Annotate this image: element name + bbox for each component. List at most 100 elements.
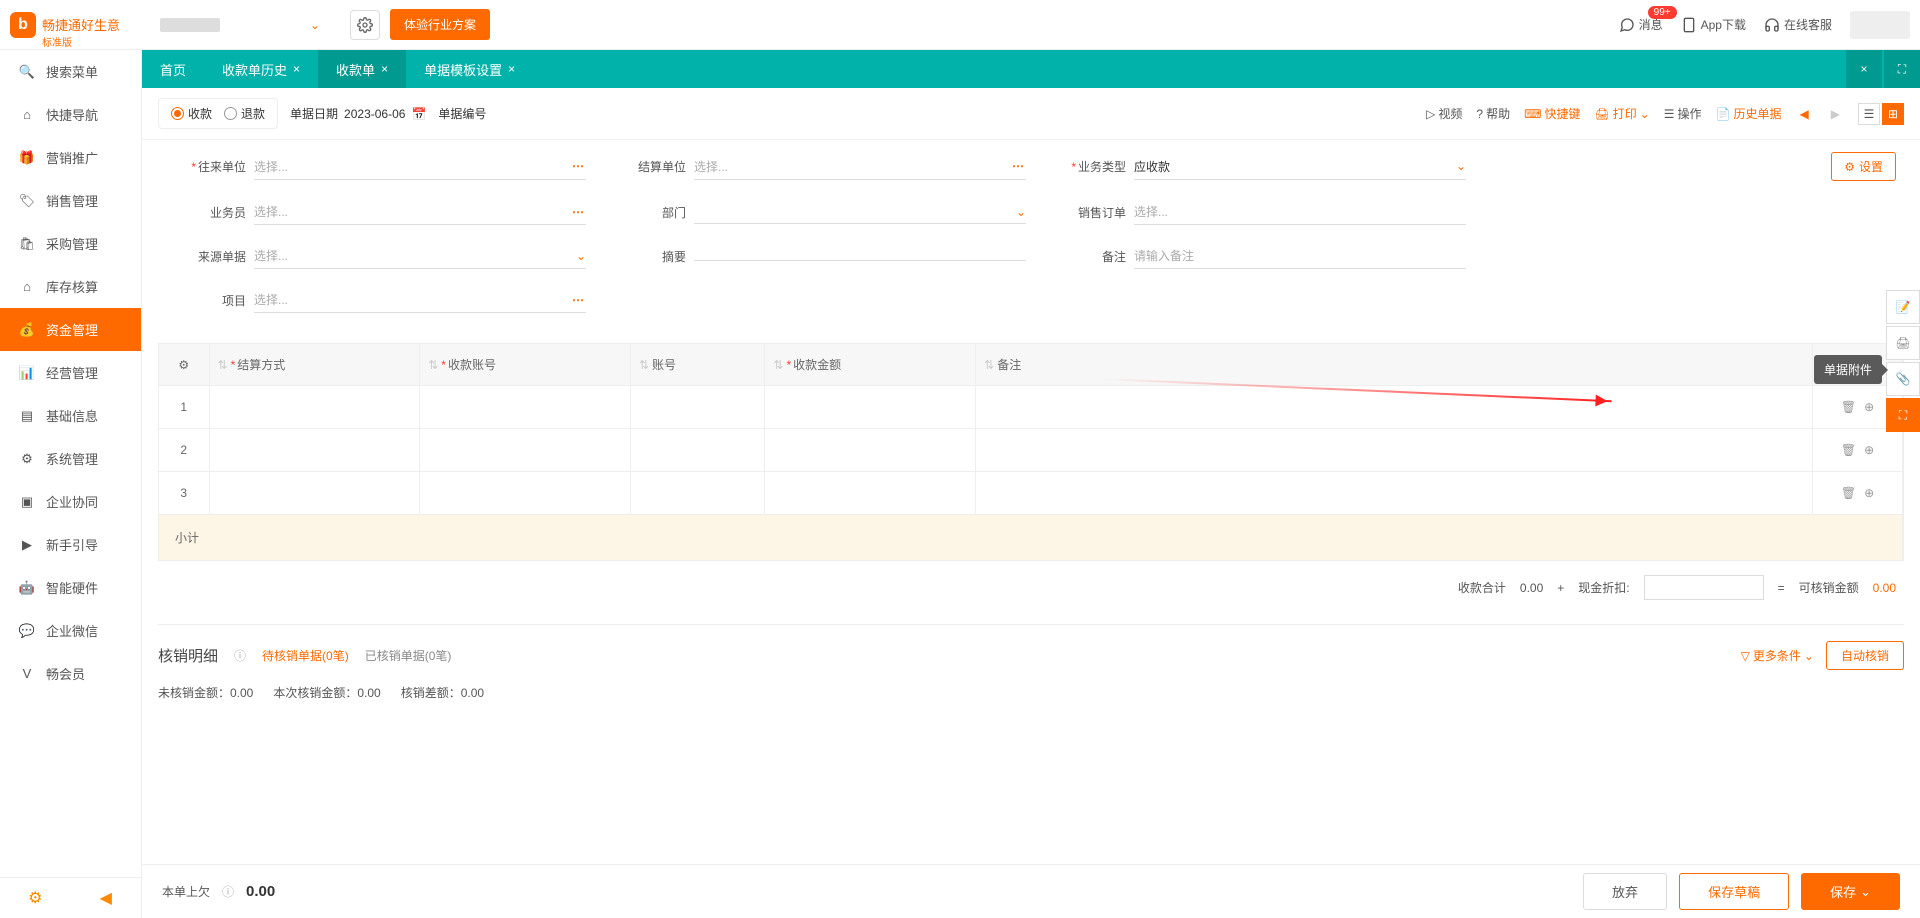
- prev-doc-button[interactable]: ◀: [1796, 107, 1813, 121]
- salesperson-input[interactable]: 选择...⋯: [254, 199, 586, 225]
- close-icon[interactable]: ×: [381, 62, 388, 76]
- settings-icon-button[interactable]: [350, 10, 380, 40]
- biztype-select[interactable]: 应收款⌄: [1134, 154, 1466, 180]
- view-list-button[interactable]: ☰: [1858, 103, 1880, 125]
- sidebar-item-sales[interactable]: 🏷销售管理: [0, 179, 141, 222]
- col-amount[interactable]: ⇅*收款金额: [765, 344, 976, 386]
- try-industry-button[interactable]: 体验行业方案: [390, 9, 490, 40]
- sidebar-item-member[interactable]: V畅会员: [0, 652, 141, 695]
- org-selector[interactable]: ⌄: [140, 10, 340, 40]
- col-remark[interactable]: ⇅备注: [976, 344, 1813, 386]
- sidebar-item-hardware[interactable]: 🤖智能硬件: [0, 566, 141, 609]
- order-input[interactable]: 选择...: [1134, 199, 1466, 225]
- float-attachment-button[interactable]: 📎: [1886, 362, 1920, 396]
- writeoff-stats: 未核销金额：0.00 本次核销金额：0.00 核销差额：0.00: [158, 670, 1904, 715]
- code-field: 单据编号: [438, 105, 486, 122]
- close-icon[interactable]: ×: [508, 62, 515, 76]
- radio-receive[interactable]: 收款: [171, 105, 212, 122]
- save-button[interactable]: 保存⌄: [1801, 873, 1900, 910]
- print-link[interactable]: 🖨打印⌄: [1594, 105, 1649, 122]
- support-link[interactable]: 在线客服: [1764, 16, 1832, 33]
- help-icon[interactable]: ⓘ: [222, 883, 234, 900]
- add-icon[interactable]: ⊕: [1864, 400, 1874, 414]
- app-download-link[interactable]: App下载: [1681, 16, 1746, 33]
- menu-icon: ☰: [1664, 107, 1675, 121]
- table-row[interactable]: 2🗑⊕: [159, 429, 1903, 472]
- sidebar-item-marketing[interactable]: 🎁营销推广: [0, 136, 141, 179]
- more-conditions[interactable]: ▽更多条件⌄: [1741, 647, 1814, 664]
- close-icon[interactable]: ×: [293, 62, 300, 76]
- pending-tab[interactable]: 待核销单据(0笔): [262, 647, 349, 664]
- brand: b 畅捷通好生意 标准版: [10, 12, 140, 38]
- form-settings-button[interactable]: ⚙设置: [1831, 152, 1896, 181]
- settle-input[interactable]: 选择...⋯: [694, 154, 1026, 180]
- bag-icon: 🛍: [18, 235, 36, 253]
- float-print-button[interactable]: 🖨: [1886, 326, 1920, 360]
- sidebar-footer: ⚙ ◀: [0, 877, 141, 918]
- video-link[interactable]: ▷视频: [1426, 105, 1462, 122]
- help-link[interactable]: ?帮助: [1476, 105, 1510, 122]
- auto-writeoff-button[interactable]: 自动核销: [1826, 641, 1904, 670]
- source-select[interactable]: 选择...⌄: [254, 243, 586, 269]
- delete-icon[interactable]: 🗑: [1841, 400, 1856, 414]
- discard-button[interactable]: 放弃: [1583, 873, 1667, 910]
- col-account[interactable]: ⇅*收款账号: [420, 344, 631, 386]
- lookup-icon[interactable]: ⋯: [572, 293, 586, 307]
- table-row[interactable]: 3🗑⊕: [159, 472, 1903, 515]
- user-avatar[interactable]: [1850, 11, 1910, 39]
- delete-icon[interactable]: 🗑: [1841, 443, 1856, 457]
- tab-template[interactable]: 单据模板设置×: [406, 50, 533, 88]
- customer-input[interactable]: 选择...⋯: [254, 154, 586, 180]
- sidebar-item-basic[interactable]: ▤基础信息: [0, 394, 141, 437]
- sidebar-item-purchase[interactable]: 🛍采购管理: [0, 222, 141, 265]
- summary-input[interactable]: [694, 252, 1026, 261]
- sidebar-settings-button[interactable]: ⚙: [0, 878, 71, 918]
- tab-close-all[interactable]: ×: [1846, 50, 1882, 88]
- history-link[interactable]: 📄历史单据: [1716, 105, 1782, 122]
- sidebar-item-funds[interactable]: 💰资金管理: [0, 308, 141, 351]
- sidebar-collapse-button[interactable]: ◀: [71, 878, 142, 918]
- sidebar-item-guide[interactable]: ▶新手引导: [0, 523, 141, 566]
- view-detail-button[interactable]: ⊞: [1882, 103, 1904, 125]
- shortcut-link[interactable]: ⌨快捷键: [1524, 105, 1580, 122]
- radio-refund[interactable]: 退款: [224, 105, 265, 122]
- sidebar-item-collab[interactable]: ▣企业协同: [0, 480, 141, 523]
- tab-fullscreen[interactable]: ⛶: [1884, 50, 1920, 88]
- done-tab[interactable]: 已核销单据(0笔): [365, 647, 452, 664]
- add-icon[interactable]: ⊕: [1864, 486, 1874, 500]
- lookup-icon[interactable]: ⋯: [572, 159, 586, 173]
- filter-icon: ▽: [1741, 649, 1750, 663]
- sidebar-item-system[interactable]: ⚙系统管理: [0, 437, 141, 480]
- dept-select[interactable]: ⌄: [694, 201, 1026, 224]
- float-draft-button[interactable]: 📝: [1886, 290, 1920, 324]
- tab-history[interactable]: 收款单历史×: [204, 50, 318, 88]
- lookup-icon[interactable]: ⋯: [572, 205, 586, 219]
- add-icon[interactable]: ⊕: [1864, 443, 1874, 457]
- col-account-no[interactable]: ⇅账号: [630, 344, 764, 386]
- remark-input[interactable]: 请输入备注: [1134, 243, 1466, 269]
- discount-input[interactable]: [1644, 575, 1764, 600]
- lookup-icon[interactable]: ⋯: [1012, 159, 1026, 173]
- footer-action-bar: 本单上欠 ⓘ 0.00 放弃 保存草稿 保存⌄: [142, 864, 1920, 918]
- sidebar-item-quicknav[interactable]: ⌂快捷导航: [0, 93, 141, 136]
- float-expand-button[interactable]: ⛶: [1886, 398, 1920, 432]
- project-input[interactable]: 选择...⋯: [254, 287, 586, 313]
- date-value[interactable]: 2023-06-06: [344, 107, 405, 121]
- tab-home[interactable]: 首页: [142, 50, 204, 88]
- col-gear[interactable]: ⚙: [159, 344, 209, 386]
- delete-icon[interactable]: 🗑: [1841, 486, 1856, 500]
- col-settle-method[interactable]: ⇅*结算方式: [209, 344, 420, 386]
- code-label: 单据编号: [438, 105, 486, 122]
- save-draft-button[interactable]: 保存草稿: [1679, 873, 1789, 910]
- sidebar-item-business[interactable]: 📊经营管理: [0, 351, 141, 394]
- help-icon[interactable]: ⓘ: [234, 647, 246, 664]
- ops-link[interactable]: ☰操作: [1664, 105, 1702, 122]
- next-doc-button[interactable]: ▶: [1827, 107, 1844, 121]
- sidebar-item-stock[interactable]: ⌂库存核算: [0, 265, 141, 308]
- tab-receipt[interactable]: 收款单×: [318, 50, 406, 88]
- messages-link[interactable]: 消息 99+: [1619, 16, 1663, 33]
- sidebar-item-wecom[interactable]: 💬企业微信: [0, 609, 141, 652]
- table-row[interactable]: 1🗑⊕: [159, 386, 1903, 429]
- sidebar-item-search[interactable]: 🔍搜索菜单: [0, 50, 141, 93]
- calendar-icon[interactable]: 📅: [411, 107, 426, 121]
